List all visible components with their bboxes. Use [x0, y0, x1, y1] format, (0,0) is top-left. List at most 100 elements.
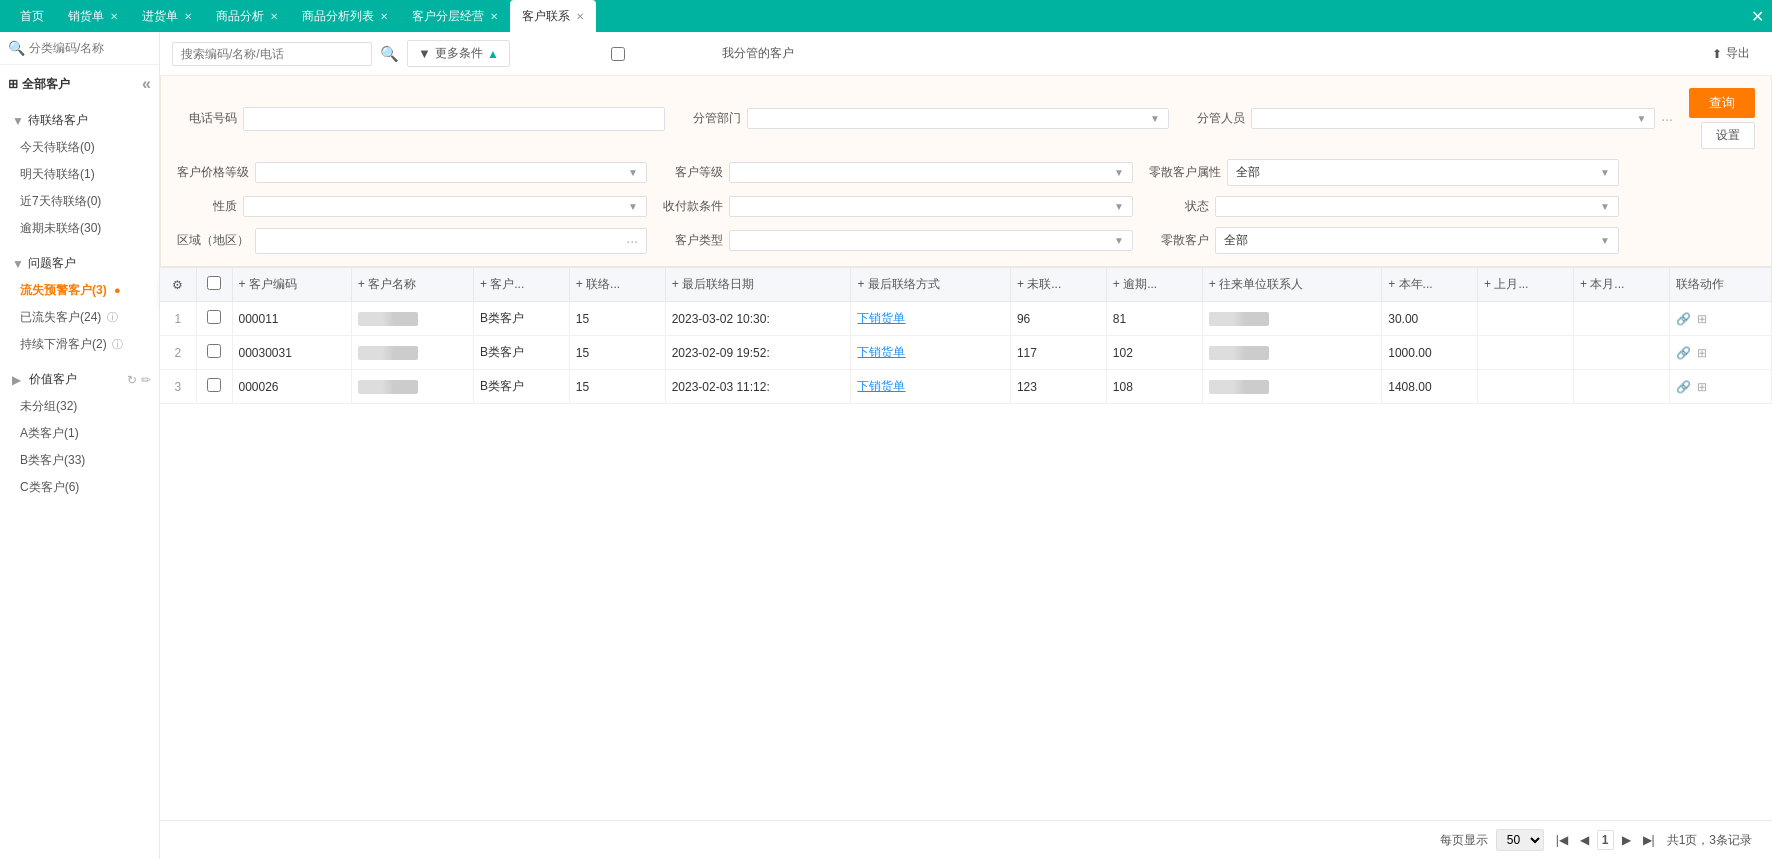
field-price-level: 客户价格等级 ▼ [177, 162, 647, 183]
export-button[interactable]: ⬆ 导出 [1702, 41, 1760, 66]
chevron-down-icon-status: ▼ [1600, 201, 1610, 212]
tab-close-contact[interactable]: ✕ [576, 11, 584, 22]
manager-select[interactable]: ▼ [1251, 108, 1655, 129]
query-button[interactable]: 查询 [1689, 88, 1755, 118]
group-pending-contact[interactable]: ▼ 待联络客户 [0, 107, 159, 134]
last-method-link[interactable]: 下销货单 [857, 345, 905, 359]
my-customers-checkbox-label[interactable]: 我分管的客户 [518, 45, 794, 62]
action-link-icon[interactable]: 🔗 [1676, 346, 1691, 360]
row-actions: 🔗 ⊞ [1669, 302, 1771, 336]
chevron-down-icon-retail: ▼ [1600, 235, 1610, 246]
field-retail-customer: 零散客户 全部 ▼ [1149, 227, 1619, 254]
sidebar-item-declining[interactable]: 持续下滑客户(2) ⓘ [0, 331, 159, 358]
row-num: 2 [160, 336, 196, 370]
sidebar-item-7days[interactable]: 近7天待联络(0) [0, 188, 159, 215]
tab-purchase[interactable]: 进货单 ✕ [130, 0, 204, 32]
tab-close-product-analysis[interactable]: ✕ [270, 11, 278, 22]
group-value-customers[interactable]: ▶ 价值客户 ↻ ✏ [0, 366, 159, 393]
warning-badge: ● [114, 284, 121, 296]
tab-close-product-list[interactable]: ✕ [380, 11, 388, 22]
sidebar-search-input[interactable] [29, 41, 160, 55]
payment-select[interactable]: ▼ [729, 196, 1133, 217]
tab-home[interactable]: 首页 [8, 0, 56, 32]
sidebar-item-overdue-contact[interactable]: 逾期未联络(30) [0, 215, 159, 242]
sidebar-item-today[interactable]: 今天待联络(0) [0, 134, 159, 161]
row-no-contact: 123 [1010, 370, 1106, 404]
row-contact-count: 15 [569, 370, 665, 404]
row-actions: 🔗 ⊞ [1669, 370, 1771, 404]
next-page-btn[interactable]: ▶ [1618, 831, 1635, 849]
col-this-year: + 本年... [1382, 268, 1478, 302]
region-select[interactable]: ··· [255, 228, 647, 254]
pagination-nav: |◀ ◀ 1 ▶ ▶| 共1页，3条记录 [1552, 830, 1756, 851]
last-page-btn[interactable]: ▶| [1639, 831, 1659, 849]
window-close-icon[interactable]: ✕ [1751, 7, 1764, 26]
settings-button[interactable]: 设置 [1701, 122, 1755, 149]
row-name [351, 336, 473, 370]
action-grid-icon[interactable]: ⊞ [1697, 346, 1707, 360]
manager-more-btn[interactable]: ··· [1661, 111, 1673, 127]
refresh-icon[interactable]: ↻ [127, 373, 137, 387]
tab-product-analysis-list[interactable]: 商品分析列表 ✕ [290, 0, 400, 32]
row-contact-count: 15 [569, 336, 665, 370]
sidebar-item-churn-warning[interactable]: 流失预警客户(3) ● 90天未交易的客户，可能有流失风险。 [0, 277, 159, 304]
chevron-down-icon-retail-attr: ▼ [1600, 167, 1610, 178]
row-last-date: 2023-02-09 19:52: [665, 336, 851, 370]
sidebar-item-churned[interactable]: 已流失客户(24) ⓘ [0, 304, 159, 331]
search-input[interactable] [172, 42, 372, 66]
section-value-customers: ▶ 价值客户 ↻ ✏ 未分组(32) A类客户(1) B类客户(33) C类客户… [0, 362, 159, 505]
row-no-contact: 117 [1010, 336, 1106, 370]
sidebar-item-class-c[interactable]: C类客户(6) [0, 474, 159, 501]
sidebar-item-class-a[interactable]: A类客户(1) [0, 420, 159, 447]
status-select[interactable]: ▼ [1215, 196, 1619, 217]
sidebar-item-unclassified[interactable]: 未分组(32) [0, 393, 159, 420]
collapse-icon[interactable]: « [142, 75, 151, 93]
row-checkbox[interactable] [207, 310, 221, 324]
settings-gear-icon[interactable]: ⚙ [172, 278, 183, 292]
per-page-select[interactable]: 50 [1496, 829, 1544, 851]
sidebar-item-tomorrow[interactable]: 明天待联络(1) [0, 161, 159, 188]
level-select[interactable]: ▼ [729, 162, 1133, 183]
tab-close-sales[interactable]: ✕ [110, 11, 118, 22]
all-customers-header[interactable]: ⊞ 全部客户 « [0, 69, 159, 99]
region-more-btn[interactable]: ··· [626, 233, 638, 249]
sidebar-item-class-b[interactable]: B类客户(33) [0, 447, 159, 474]
select-all-checkbox[interactable] [207, 276, 221, 290]
tab-sales-order[interactable]: 销货单 ✕ [56, 0, 130, 32]
first-page-btn[interactable]: |◀ [1552, 831, 1572, 849]
price-level-select[interactable]: ▼ [255, 162, 647, 183]
tab-customer-segment[interactable]: 客户分层经营 ✕ [400, 0, 510, 32]
table-row: 1 000011 B类客户 15 2023-03-02 10:30: 下销货单 … [160, 302, 1772, 336]
row-checkbox[interactable] [207, 344, 221, 358]
arrow-down-icon-2: ▼ [12, 257, 24, 271]
last-method-link[interactable]: 下销货单 [857, 311, 905, 325]
tab-customer-contact[interactable]: 客户联系 ✕ [510, 0, 596, 32]
group-problem-customers[interactable]: ▼ 问题客户 [0, 250, 159, 277]
my-customers-checkbox[interactable] [518, 47, 718, 61]
col-contact-count: + 联络... [569, 268, 665, 302]
more-conditions-btn[interactable]: ▼ 更多条件 ▲ [407, 40, 510, 67]
action-link-icon[interactable]: 🔗 [1676, 380, 1691, 394]
action-grid-icon[interactable]: ⊞ [1697, 312, 1707, 326]
filter-icon: ▼ [418, 46, 431, 61]
nature-select[interactable]: ▼ [243, 196, 647, 217]
retail-customer-select[interactable]: 全部 ▼ [1215, 227, 1619, 254]
row-contact-count: 15 [569, 302, 665, 336]
tab-product-analysis[interactable]: 商品分析 ✕ [204, 0, 290, 32]
edit-icon[interactable]: ✏ [141, 373, 151, 387]
phone-input[interactable] [243, 107, 665, 131]
row-actions: 🔗 ⊞ [1669, 336, 1771, 370]
last-method-link[interactable]: 下销货单 [857, 379, 905, 393]
row-checkbox[interactable] [207, 378, 221, 392]
dept-select[interactable]: ▼ [747, 108, 1169, 129]
customer-type-select[interactable]: ▼ [729, 230, 1133, 251]
prev-page-btn[interactable]: ◀ [1576, 831, 1593, 849]
action-link-icon[interactable]: 🔗 [1676, 312, 1691, 326]
action-grid-icon[interactable]: ⊞ [1697, 380, 1707, 394]
data-table-container: ⚙ + 客户编码 + 客户名称 + 客户... + 联络... + 最后联络日期… [160, 267, 1772, 820]
col-no-contact: + 未联... [1010, 268, 1106, 302]
search-icon-btn[interactable]: 🔍 [380, 45, 399, 63]
tab-close-purchase[interactable]: ✕ [184, 11, 192, 22]
retail-attr-select[interactable]: 全部 ▼ [1227, 159, 1619, 186]
tab-close-segment[interactable]: ✕ [490, 11, 498, 22]
